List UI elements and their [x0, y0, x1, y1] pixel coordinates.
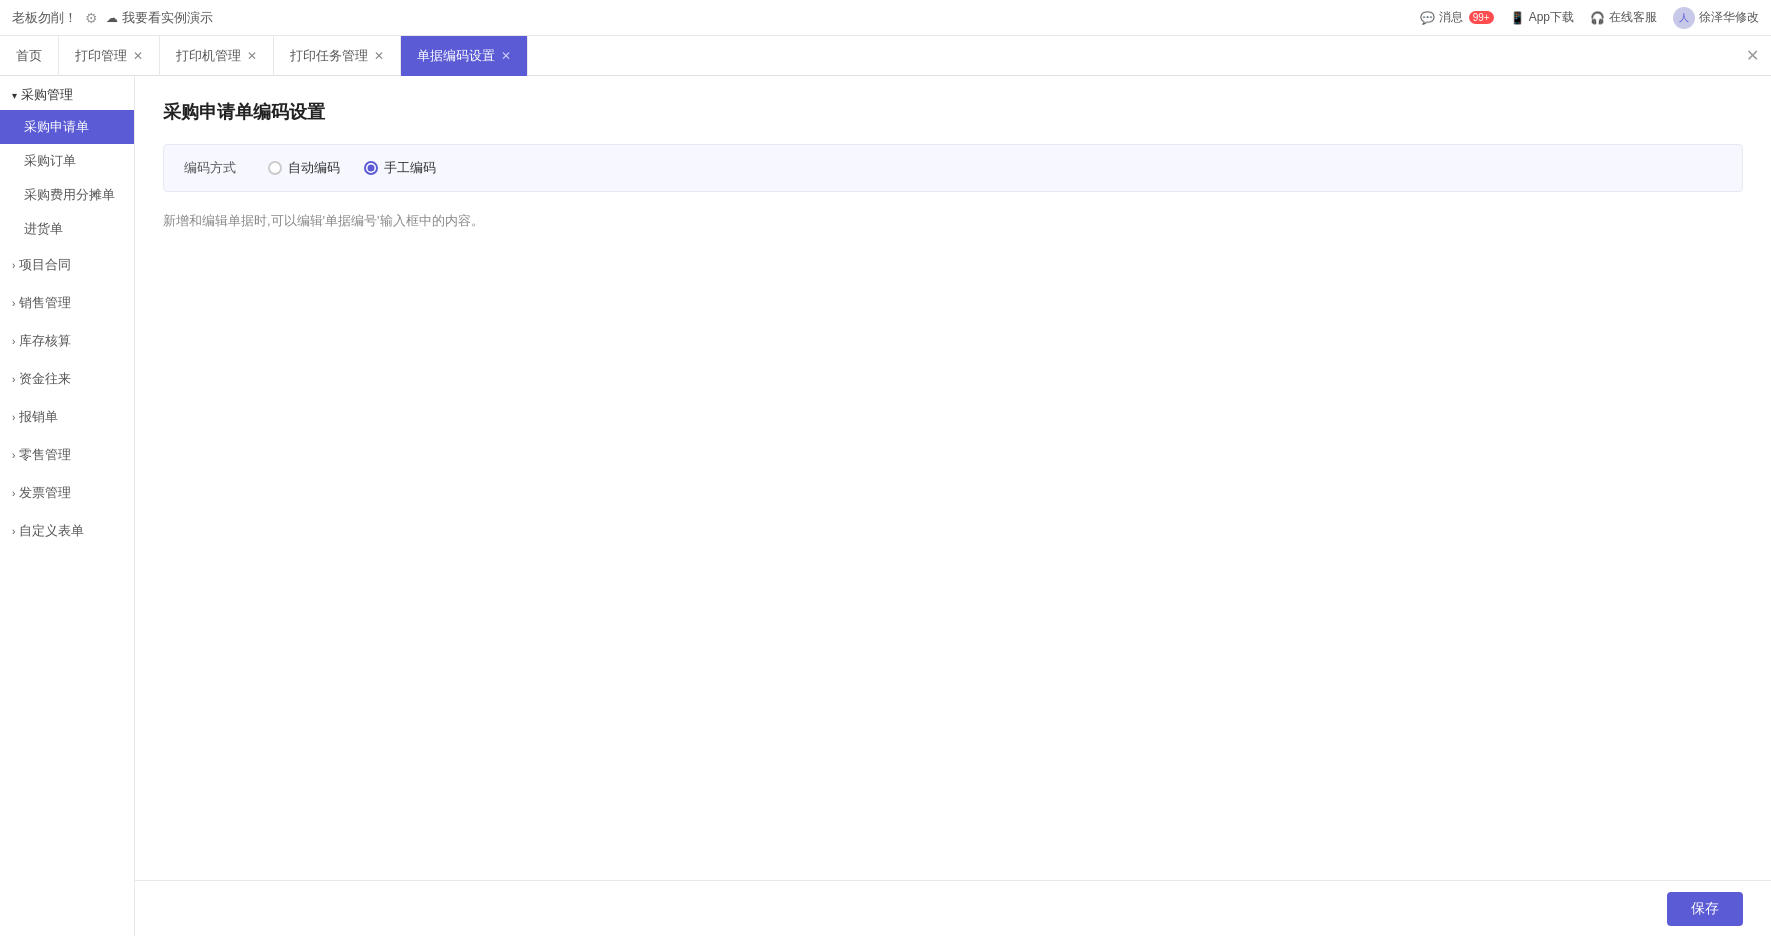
app-title: 老板勿削！: [12, 9, 77, 27]
chevron-right-icon: ›: [12, 526, 15, 537]
chevron-right-icon: ›: [12, 412, 15, 423]
chevron-right-icon: ›: [12, 298, 15, 309]
sidebar-group-sales-management[interactable]: › 销售管理: [0, 284, 134, 322]
tab-code-settings[interactable]: 单据编码设置 ✕: [401, 36, 528, 76]
save-button[interactable]: 保存: [1667, 892, 1743, 926]
sidebar-item-stock-in[interactable]: 进货单: [0, 212, 134, 246]
radio-manual-label: 手工编码: [384, 159, 436, 177]
radio-auto-encoding[interactable]: 自动编码: [268, 159, 340, 177]
message-button[interactable]: 💬 消息 99+: [1420, 9, 1494, 26]
tab-printer-management[interactable]: 打印机管理 ✕: [160, 36, 274, 76]
tab-code-settings-label: 单据编码设置: [417, 36, 495, 76]
top-bar-right: 💬 消息 99+ 📱 App下载 🎧 在线客服 人 徐泽华修改: [1420, 7, 1759, 29]
sidebar: ▾ 采购管理 采购申请单 采购订单 采购费用分摊单 进货单 › 项目合同 › 销…: [0, 76, 135, 936]
sidebar-group-inventory[interactable]: › 库存核算: [0, 322, 134, 360]
page-title: 采购申请单编码设置: [163, 100, 1743, 124]
tab-print-task-management-label: 打印任务管理: [290, 36, 368, 76]
sidebar-item-purchase-request[interactable]: 采购申请单: [0, 110, 134, 144]
tab-home[interactable]: 首页: [0, 36, 59, 76]
close-tab-code-settings-icon[interactable]: ✕: [501, 36, 511, 76]
close-all-icon[interactable]: ✕: [1734, 46, 1771, 65]
app-download-button[interactable]: 📱 App下载: [1510, 9, 1574, 26]
radio-auto-circle: [268, 161, 282, 175]
sidebar-group-expense-report[interactable]: › 报销单: [0, 398, 134, 436]
sidebar-group-custom-form[interactable]: › 自定义表单: [0, 512, 134, 550]
chevron-down-icon: ▾: [12, 90, 17, 101]
sidebar-group-invoice[interactable]: › 发票管理: [0, 474, 134, 512]
sidebar-item-purchase-cost-allocation[interactable]: 采购费用分摊单: [0, 178, 134, 212]
content-inner: 采购申请单编码设置 编码方式 自动编码 手工编码 新增和编辑单据时,可以编辑'单…: [135, 76, 1771, 880]
chevron-right-icon: ›: [12, 450, 15, 461]
message-icon: 💬: [1420, 11, 1435, 25]
chevron-right-icon: ›: [12, 260, 15, 271]
content-area: 采购申请单编码设置 编码方式 自动编码 手工编码 新增和编辑单据时,可以编辑'单…: [135, 76, 1771, 936]
close-tab-print-task-management-icon[interactable]: ✕: [374, 36, 384, 76]
tab-print-management-label: 打印管理: [75, 36, 127, 76]
sidebar-group-retail[interactable]: › 零售管理: [0, 436, 134, 474]
settings-icon[interactable]: ⚙: [85, 10, 98, 26]
radio-manual-encoding[interactable]: 手工编码: [364, 159, 436, 177]
message-badge: 99+: [1469, 11, 1494, 24]
headset-icon: 🎧: [1590, 11, 1605, 25]
encoding-section: 编码方式 自动编码 手工编码: [163, 144, 1743, 192]
avatar: 人: [1673, 7, 1695, 29]
chevron-right-icon: ›: [12, 374, 15, 385]
radio-auto-label: 自动编码: [288, 159, 340, 177]
tab-bar: 首页 打印管理 ✕ 打印机管理 ✕ 打印任务管理 ✕ 单据编码设置 ✕ ✕: [0, 36, 1771, 76]
app-download-icon: 📱: [1510, 11, 1525, 25]
top-bar-left: 老板勿削！ ⚙ ☁ 我要看实例演示: [12, 9, 213, 27]
sidebar-item-purchase-order[interactable]: 采购订单: [0, 144, 134, 178]
content-bottom-bar: 保存: [135, 880, 1771, 936]
encoding-label: 编码方式: [184, 159, 236, 177]
demo-link[interactable]: ☁ 我要看实例演示: [106, 9, 213, 27]
hint-text: 新增和编辑单据时,可以编辑'单据编号'输入框中的内容。: [163, 212, 1743, 230]
tab-printer-management-label: 打印机管理: [176, 36, 241, 76]
chevron-right-icon: ›: [12, 488, 15, 499]
sidebar-group-project-contract[interactable]: › 项目合同: [0, 246, 134, 284]
main-layout: ▾ 采购管理 采购申请单 采购订单 采购费用分摊单 进货单 › 项目合同 › 销…: [0, 76, 1771, 936]
tab-home-label: 首页: [16, 36, 42, 76]
sidebar-group-capital[interactable]: › 资金往来: [0, 360, 134, 398]
top-bar: 老板勿削！ ⚙ ☁ 我要看实例演示 💬 消息 99+ 📱 App下载 🎧 在线客…: [0, 0, 1771, 36]
sidebar-group-procurement: ▾ 采购管理 采购申请单 采购订单 采购费用分摊单 进货单: [0, 76, 134, 246]
online-service-button[interactable]: 🎧 在线客服: [1590, 9, 1657, 26]
close-tab-print-management-icon[interactable]: ✕: [133, 36, 143, 76]
tab-print-task-management[interactable]: 打印任务管理 ✕: [274, 36, 401, 76]
sidebar-group-title-procurement[interactable]: ▾ 采购管理: [0, 76, 134, 110]
chevron-right-icon: ›: [12, 336, 15, 347]
user-profile-button[interactable]: 人 徐泽华修改: [1673, 7, 1759, 29]
tab-print-management[interactable]: 打印管理 ✕: [59, 36, 160, 76]
radio-manual-circle: [364, 161, 378, 175]
close-tab-printer-management-icon[interactable]: ✕: [247, 36, 257, 76]
